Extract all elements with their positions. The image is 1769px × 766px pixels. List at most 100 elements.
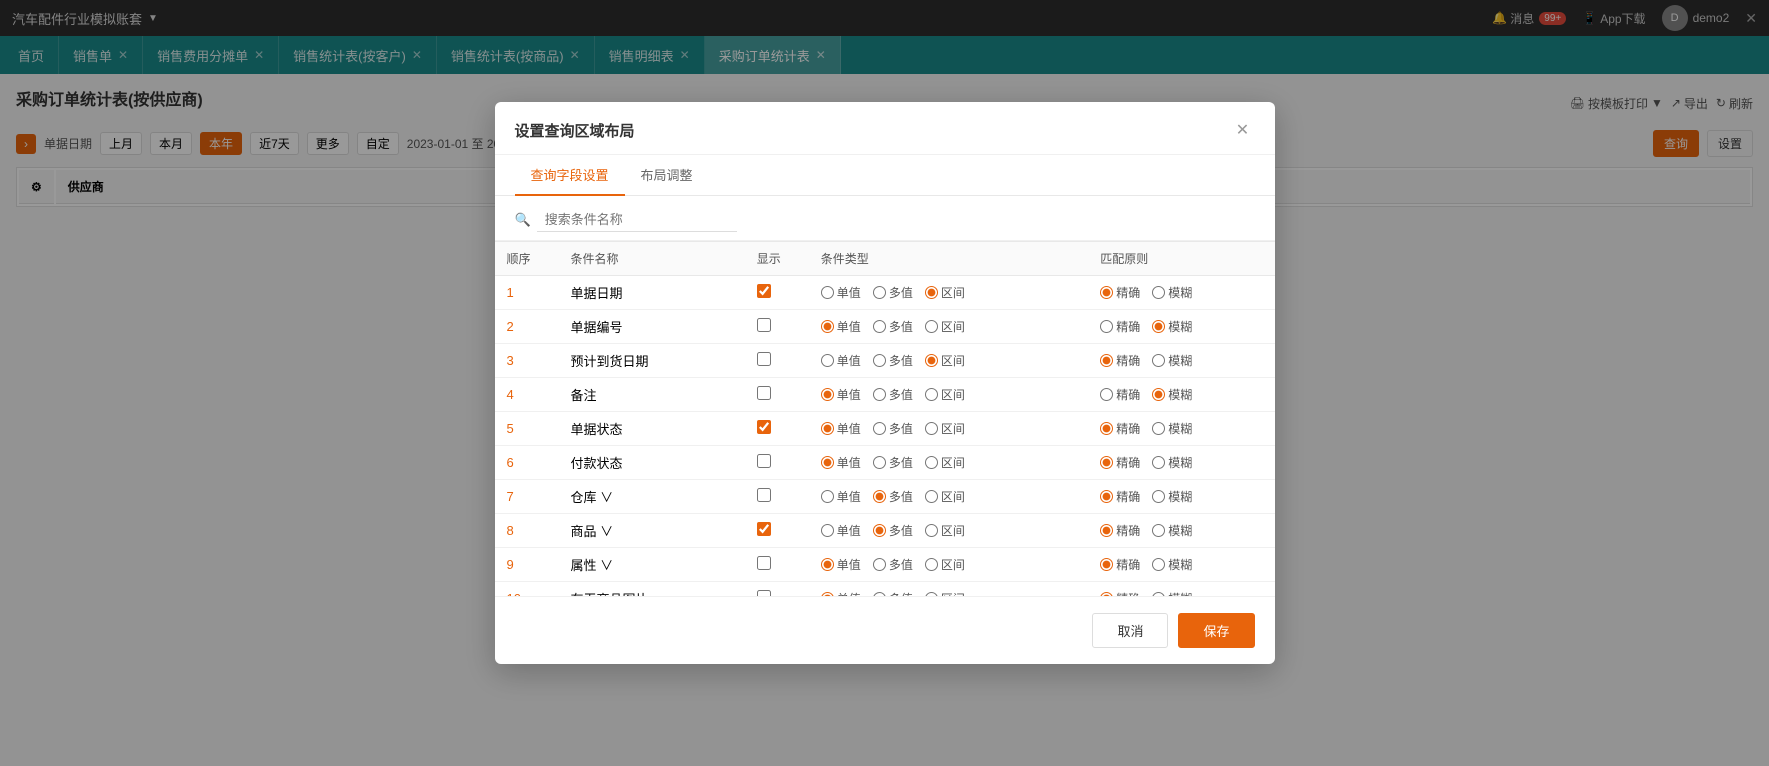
row-type-radio-多值[interactable]	[873, 354, 886, 367]
row-type-radio-多值[interactable]	[873, 456, 886, 469]
row-match-radio-精确[interactable]	[1100, 456, 1113, 469]
col-display: 显示	[745, 242, 809, 276]
row-type-radio-区间[interactable]	[925, 286, 938, 299]
row-type-radio-单值[interactable]	[821, 354, 834, 367]
row-name: 单据状态	[559, 412, 745, 446]
row-display-checkbox[interactable]	[757, 556, 771, 570]
row-match-radio-精确[interactable]	[1100, 490, 1113, 503]
row-type-radio-单值[interactable]	[821, 320, 834, 333]
row-match-group: 精确模糊	[1100, 556, 1262, 573]
row-match-radio-模糊[interactable]	[1152, 388, 1165, 401]
table-row: 1单据日期单值多值区间精确模糊	[495, 276, 1275, 310]
row-order: 8	[507, 523, 514, 538]
row-type-radio-多值[interactable]	[873, 422, 886, 435]
row-match-radio-精确[interactable]	[1100, 558, 1113, 571]
row-type-radio-单值[interactable]	[821, 490, 834, 503]
table-row: 5单据状态单值多值区间精确模糊	[495, 412, 1275, 446]
row-type-radio-区间[interactable]	[925, 388, 938, 401]
row-type-radio-区间[interactable]	[925, 422, 938, 435]
row-name: 单据编号	[559, 310, 745, 344]
row-display-checkbox[interactable]	[757, 386, 771, 400]
conditions-table-container: 顺序 条件名称 显示 条件类型 匹配原则 1单据日期单值多值区间精确模糊2单据编…	[495, 241, 1275, 596]
row-type-group: 单值多值区间	[821, 522, 1076, 539]
row-type-radio-多值[interactable]	[873, 286, 886, 299]
row-display-checkbox[interactable]	[757, 420, 771, 434]
row-match-radio-精确[interactable]	[1100, 524, 1113, 537]
save-button[interactable]: 保存	[1178, 613, 1254, 648]
dialog-tabs: 查询字段设置 布局调整	[495, 155, 1275, 196]
row-type-radio-区间[interactable]	[925, 320, 938, 333]
row-match-radio-精确[interactable]	[1100, 286, 1113, 299]
modal-overlay: 设置查询区域布局 ✕ 查询字段设置 布局调整 🔍 顺序 条件名称	[0, 0, 1769, 766]
row-type-radio-单值[interactable]	[821, 286, 834, 299]
row-match-radio-模糊[interactable]	[1152, 320, 1165, 333]
row-match-group: 精确模糊	[1100, 318, 1262, 335]
row-type-radio-单值[interactable]	[821, 456, 834, 469]
row-match-group: 精确模糊	[1100, 352, 1262, 369]
row-type-radio-多值[interactable]	[873, 558, 886, 571]
row-type-radio-区间[interactable]	[925, 456, 938, 469]
table-row: 9属性 ∨单值多值区间精确模糊	[495, 548, 1275, 582]
row-match-radio-精确[interactable]	[1100, 354, 1113, 367]
table-row: 10有无商品图片单值多值区间精确模糊	[495, 582, 1275, 597]
row-match-radio-模糊[interactable]	[1152, 422, 1165, 435]
row-order: 7	[507, 489, 514, 504]
row-order: 3	[507, 353, 514, 368]
row-match-group: 精确模糊	[1100, 454, 1262, 471]
row-type-group: 单值多值区间	[821, 386, 1076, 403]
row-display-checkbox[interactable]	[757, 284, 771, 298]
row-match-radio-模糊[interactable]	[1152, 558, 1165, 571]
search-icon: 🔍	[515, 212, 531, 228]
dialog-footer: 取消 保存	[495, 596, 1275, 664]
row-display-checkbox[interactable]	[757, 318, 771, 332]
row-type-radio-单值[interactable]	[821, 524, 834, 537]
row-match-radio-精确[interactable]	[1100, 388, 1113, 401]
row-name: 属性 ∨	[559, 548, 745, 582]
row-type-radio-多值[interactable]	[873, 524, 886, 537]
row-match-radio-精确[interactable]	[1100, 320, 1113, 333]
row-type-radio-区间[interactable]	[925, 354, 938, 367]
row-match-radio-模糊[interactable]	[1152, 354, 1165, 367]
table-row: 6付款状态单值多值区间精确模糊	[495, 446, 1275, 480]
row-type-group: 单值多值区间	[821, 420, 1076, 437]
row-type-radio-多值[interactable]	[873, 388, 886, 401]
col-type: 条件类型	[809, 242, 1088, 276]
condition-search-input[interactable]	[537, 208, 737, 232]
row-match-radio-模糊[interactable]	[1152, 524, 1165, 537]
row-order: 9	[507, 557, 514, 572]
row-order: 5	[507, 421, 514, 436]
row-type-radio-单值[interactable]	[821, 558, 834, 571]
row-display-checkbox[interactable]	[757, 352, 771, 366]
row-type-radio-多值[interactable]	[873, 490, 886, 503]
row-match-radio-精确[interactable]	[1100, 422, 1113, 435]
row-match-radio-模糊[interactable]	[1152, 286, 1165, 299]
row-type-radio-单值[interactable]	[821, 422, 834, 435]
row-type-radio-区间[interactable]	[925, 558, 938, 571]
row-type-radio-单值[interactable]	[821, 388, 834, 401]
tab-layout-adjust[interactable]: 布局调整	[625, 155, 709, 196]
row-name: 付款状态	[559, 446, 745, 480]
row-match-group: 精确模糊	[1100, 522, 1262, 539]
col-match: 匹配原则	[1088, 242, 1274, 276]
row-name: 有无商品图片	[559, 582, 745, 597]
row-match-radio-模糊[interactable]	[1152, 456, 1165, 469]
dialog-close-button[interactable]: ✕	[1231, 118, 1255, 142]
row-type-group: 单值多值区间	[821, 488, 1076, 505]
row-order: 4	[507, 387, 514, 402]
row-match-radio-模糊[interactable]	[1152, 490, 1165, 503]
row-display-checkbox[interactable]	[757, 522, 771, 536]
settings-dialog: 设置查询区域布局 ✕ 查询字段设置 布局调整 🔍 顺序 条件名称	[495, 102, 1275, 664]
row-type-radio-区间[interactable]	[925, 490, 938, 503]
row-display-checkbox[interactable]	[757, 488, 771, 502]
cancel-button[interactable]: 取消	[1092, 613, 1168, 648]
row-match-group: 精确模糊	[1100, 386, 1262, 403]
row-type-radio-区间[interactable]	[925, 524, 938, 537]
table-row: 4备注单值多值区间精确模糊	[495, 378, 1275, 412]
tab-query-fields[interactable]: 查询字段设置	[515, 155, 625, 196]
row-display-checkbox[interactable]	[757, 454, 771, 468]
conditions-scroll-area[interactable]: 1单据日期单值多值区间精确模糊2单据编号单值多值区间精确模糊3预计到货日期单值多…	[495, 276, 1275, 596]
row-order: 2	[507, 319, 514, 334]
row-type-radio-多值[interactable]	[873, 320, 886, 333]
row-match-group: 精确模糊	[1100, 488, 1262, 505]
row-type-group: 单值多值区间	[821, 284, 1076, 301]
